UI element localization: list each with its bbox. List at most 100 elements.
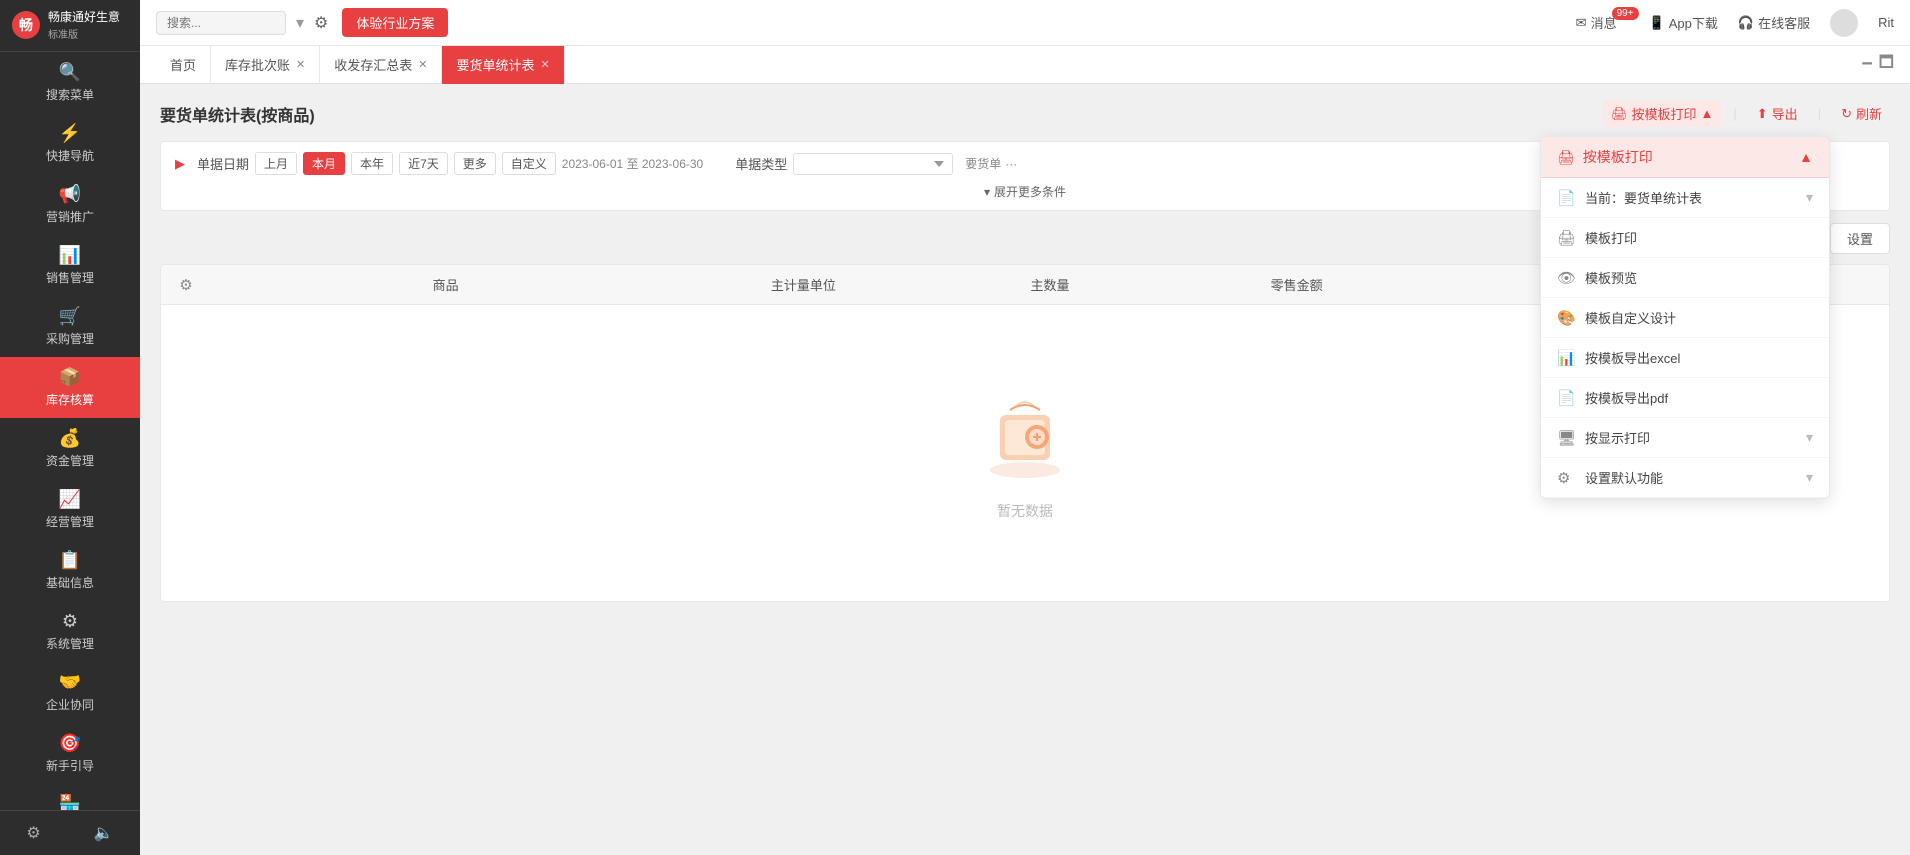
type-select[interactable] [793, 153, 953, 175]
action-divider-2: | [1818, 106, 1821, 121]
tab-expand-area: 🗕 🗖 [1861, 51, 1894, 78]
type-filter-label: 单据类型 [735, 154, 787, 173]
sidebar-label-operation: 经营管理 [46, 513, 94, 530]
topbar: ▾ ⚙ 体验行业方案 ✉ 消息 99+ 📱 App下载 🎧 在线客服 Rit [140, 0, 1910, 46]
date-current-month-btn[interactable]: 本月 [303, 152, 345, 175]
sidebar-label-finance: 资金管理 [46, 452, 94, 469]
page-header: 要货单统计表(按商品) 🖨 按模板打印 ▲ | ⬆ 导出 | ↻ 刷新 [160, 100, 1890, 127]
topbar-gear-icon[interactable]: ⚙ [314, 13, 328, 33]
dropdown-default-fn[interactable]: ⚙ 设置默认功能 ▾ [1541, 458, 1829, 498]
online-service-btn[interactable]: 🎧 在线客服 [1738, 13, 1810, 32]
topbar-search-input[interactable] [156, 11, 286, 35]
sidebar-label-system: 系统管理 [46, 635, 94, 652]
tab-home[interactable]: 首页 [156, 46, 211, 84]
current-template-label: 当前：要货单统计表 [1585, 188, 1702, 207]
sidebar-item-guide[interactable]: 🎯 新手引导 [0, 723, 140, 784]
sidebar-item-inventory[interactable]: 📦 库存核算 [0, 357, 140, 418]
trial-btn[interactable]: 体验行业方案 [342, 8, 448, 37]
current-template-icon: 📄 [1557, 189, 1575, 207]
messages-badge: 99+ [1612, 7, 1639, 20]
app-name: 畅康通好生意 [48, 10, 120, 26]
sidebar-item-basic[interactable]: 📋 基础信息 [0, 540, 140, 601]
col-amount: 零售金额 [1173, 275, 1420, 294]
sidebar-settings-btn[interactable]: ⚙ [18, 819, 48, 847]
sidebar-audio-btn[interactable]: 🔈 [86, 819, 122, 847]
table-settings-btn[interactable]: 设置 [1830, 223, 1890, 254]
sidebar-item-search[interactable]: 🔍 搜索菜单 [0, 52, 140, 113]
date-filter-label: 单据日期 [197, 154, 249, 173]
more-filter-icon: ··· [1005, 157, 1017, 171]
sidebar-item-shortcut[interactable]: ⚡ 快捷导航 [0, 113, 140, 174]
guide-icon: 🎯 [59, 733, 81, 754]
default-fn-icon: ⚙ [1557, 469, 1575, 487]
dropdown-template-preview[interactable]: 👁 模板预览 [1541, 258, 1829, 298]
dropdown-title: 🖨 按模板打印 [1557, 147, 1653, 167]
date-last-7-btn[interactable]: 近7天 [399, 152, 448, 175]
main-content: ▾ ⚙ 体验行业方案 ✉ 消息 99+ 📱 App下载 🎧 在线客服 Rit 首… [140, 0, 1910, 855]
sidebar-item-appstore[interactable]: 🏪 应用中心 [0, 784, 140, 810]
sidebar-nav: 🔍 搜索菜单 ⚡ 快捷导航 📢 营销推广 📊 销售管理 🛒 采购管理 📦 库存核… [0, 52, 140, 810]
refresh-btn[interactable]: ↻ 刷新 [1833, 100, 1890, 127]
export-excel-icon: 📊 [1557, 349, 1575, 367]
display-print-icon: 🖥 [1557, 429, 1575, 447]
sidebar-logo: 畅 畅康通好生意 标准版 [0, 0, 140, 52]
dropdown-display-print[interactable]: 🖥 按显示打印 ▾ [1541, 418, 1829, 458]
dropdown-template-print[interactable]: 🖨 模板打印 [1541, 218, 1829, 258]
tab-inventory-batch-label: 库存批次账 [225, 55, 290, 74]
sidebar-item-sales[interactable]: 📊 销售管理 [0, 235, 140, 296]
tab-minimize-icon[interactable]: 🗕 [1861, 51, 1872, 78]
print-template-btn[interactable]: 🖨 按模板打印 ▲ [1603, 100, 1721, 127]
col-settings[interactable]: ⚙ [161, 276, 211, 294]
tab-order-stats[interactable]: 要货单统计表 ✕ [442, 46, 564, 84]
current-arrow-icon: ▾ [1806, 189, 1813, 206]
app-download-btn[interactable]: 📱 App下载 [1649, 13, 1718, 32]
sidebar-item-collab[interactable]: 🤝 企业协同 [0, 662, 140, 723]
sidebar-item-purchase[interactable]: 🛒 采购管理 [0, 296, 140, 357]
tab-receivable-summary[interactable]: 收发存汇总表 ✕ [320, 46, 442, 84]
app-download-label: App下载 [1669, 13, 1718, 32]
close-inventory-batch-icon[interactable]: ✕ [296, 58, 305, 71]
tab-maximize-icon[interactable]: 🗖 [1879, 51, 1894, 78]
table-col-settings-icon[interactable]: ⚙ [179, 277, 192, 294]
close-order-stats-icon[interactable]: ✕ [541, 58, 550, 71]
dropdown-export-excel[interactable]: 📊 按模板导出excel [1541, 338, 1829, 378]
sales-icon: 📊 [59, 245, 81, 266]
collab-icon: 🤝 [59, 672, 81, 693]
date-more-btn[interactable]: 更多 [454, 152, 496, 175]
refresh-label: 刷新 [1856, 104, 1882, 123]
sidebar-item-system[interactable]: ⚙ 系统管理 [0, 601, 140, 662]
template-design-icon: 🎨 [1557, 309, 1575, 327]
expand-more-btn[interactable]: ▾ 展开更多条件 [984, 183, 1066, 200]
sidebar-item-operation[interactable]: 📈 经营管理 [0, 479, 140, 540]
user-avatar[interactable] [1830, 9, 1858, 37]
dropdown-template-design[interactable]: 🎨 模板自定义设计 [1541, 298, 1829, 338]
finance-icon: 💰 [59, 428, 81, 449]
export-pdf-label: 按模板导出pdf [1585, 388, 1668, 407]
sidebar-item-marketing[interactable]: 📢 营销推广 [0, 174, 140, 235]
dropdown-collapse-arrow[interactable]: ▲ [1799, 149, 1813, 165]
date-prev-month-btn[interactable]: 上月 [255, 152, 297, 175]
topbar-dropdown-icon[interactable]: ▾ [296, 13, 304, 33]
more-filter-indicator: 要货单 ··· [965, 155, 1017, 172]
date-current-year-btn[interactable]: 本年 [351, 152, 393, 175]
username-label: Rit [1878, 15, 1894, 30]
system-icon: ⚙ [62, 611, 78, 632]
operation-icon: 📈 [59, 489, 81, 510]
col-product: 商品 [211, 275, 680, 294]
date-filter: 单据日期 上月 本月 本年 近7天 更多 自定义 2023-06-01 至 20… [197, 152, 703, 175]
app-edition: 标准版 [48, 26, 120, 41]
dropdown-header: 🖨 按模板打印 ▲ [1541, 137, 1829, 178]
date-custom-btn[interactable]: 自定义 [502, 152, 556, 175]
page-actions: 🖨 按模板打印 ▲ | ⬆ 导出 | ↻ 刷新 [1603, 100, 1890, 127]
template-preview-label: 模板预览 [1585, 268, 1637, 287]
export-btn[interactable]: ⬆ 导出 [1749, 100, 1806, 127]
sidebar-label-basic: 基础信息 [46, 574, 94, 591]
dropdown-export-pdf[interactable]: 📄 按模板导出pdf [1541, 378, 1829, 418]
type-filter: 单据类型 [735, 153, 953, 175]
sidebar-item-finance[interactable]: 💰 资金管理 [0, 418, 140, 479]
close-receivable-icon[interactable]: ✕ [418, 58, 427, 71]
tab-inventory-batch[interactable]: 库存批次账 ✕ [211, 46, 320, 84]
filter-expand-btn[interactable]: ▶ [175, 156, 185, 172]
messages-btn[interactable]: ✉ 消息 99+ [1576, 13, 1629, 32]
dropdown-current-item[interactable]: 📄 当前：要货单统计表 ▾ [1541, 178, 1829, 218]
